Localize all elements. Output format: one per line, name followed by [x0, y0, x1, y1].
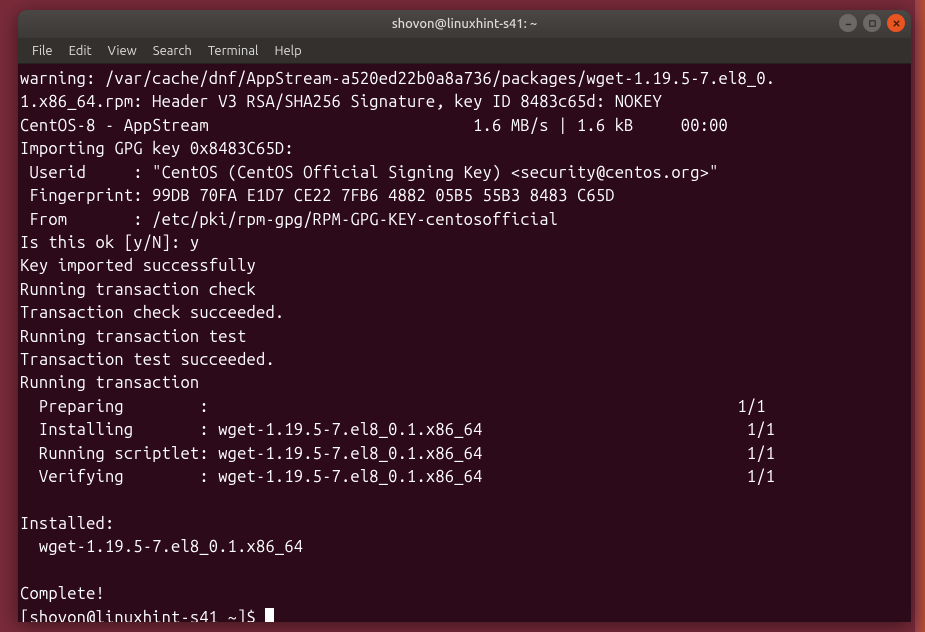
- terminal-line: Fingerprint: 99DB 70FA E1D7 CE22 7FB6 48…: [20, 187, 615, 205]
- menu-file[interactable]: File: [24, 41, 61, 61]
- minimize-icon: [844, 19, 853, 28]
- window-title: shovon@linuxhint-s41: ~: [392, 17, 537, 31]
- terminal-line: warning: /var/cache/dnf/AppStream-a520ed…: [20, 70, 775, 88]
- menu-edit[interactable]: Edit: [61, 41, 100, 61]
- menu-search[interactable]: Search: [145, 41, 200, 61]
- titlebar[interactable]: shovon@linuxhint-s41: ~: [18, 10, 911, 38]
- menu-view[interactable]: View: [100, 41, 145, 61]
- terminal-line: Running transaction test: [20, 328, 247, 346]
- terminal-line: Transaction test succeeded.: [20, 351, 275, 369]
- terminal-line: Installing : wget-1.19.5-7.el8_0.1.x86_6…: [20, 421, 785, 439]
- terminal-line: Running scriptlet: wget-1.19.5-7.el8_0.1…: [20, 445, 785, 463]
- terminal-line: Importing GPG key 0x8483C65D:: [20, 140, 294, 158]
- terminal-line: Running transaction check: [20, 281, 256, 299]
- desktop-background-edge: [915, 0, 925, 632]
- terminal-line: Is this ok [y/N]: y: [20, 234, 199, 252]
- terminal-line: Installed:: [20, 515, 114, 533]
- close-button[interactable]: [887, 14, 905, 32]
- terminal-line: Transaction check succeeded.: [20, 304, 284, 322]
- terminal-line: From : /etc/pki/rpm-gpg/RPM-GPG-KEY-cent…: [20, 211, 558, 229]
- maximize-button[interactable]: [863, 14, 881, 32]
- terminal-line: CentOS-8 - AppStream 1.6 MB/s | 1.6 kB 0…: [20, 117, 766, 135]
- terminal-line: Preparing : 1/1: [20, 398, 775, 416]
- maximize-icon: [868, 19, 877, 28]
- menu-help[interactable]: Help: [266, 41, 309, 61]
- terminal-line: Complete!: [20, 585, 105, 603]
- terminal-window: shovon@linuxhint-s41: ~ File Edit View S…: [18, 10, 911, 622]
- menubar: File Edit View Search Terminal Help: [18, 38, 911, 64]
- menu-terminal[interactable]: Terminal: [200, 41, 267, 61]
- cursor-icon: [265, 608, 274, 622]
- terminal-line: Key imported successfully: [20, 257, 256, 275]
- terminal-line: Userid : "CentOS (CentOS Official Signin…: [20, 164, 719, 182]
- minimize-button[interactable]: [839, 14, 857, 32]
- terminal-line: Running transaction: [20, 374, 199, 392]
- terminal-line: 1.x86_64.rpm: Header V3 RSA/SHA256 Signa…: [20, 93, 662, 111]
- terminal-output[interactable]: warning: /var/cache/dnf/AppStream-a520ed…: [18, 64, 911, 622]
- terminal-line: wget-1.19.5-7.el8_0.1.x86_64: [20, 538, 775, 556]
- terminal-line: Verifying : wget-1.19.5-7.el8_0.1.x86_64…: [20, 468, 785, 486]
- terminal-prompt: [shovon@linuxhint-s41 ~]$: [20, 609, 265, 622]
- window-controls: [839, 14, 905, 32]
- close-icon: [892, 19, 901, 28]
